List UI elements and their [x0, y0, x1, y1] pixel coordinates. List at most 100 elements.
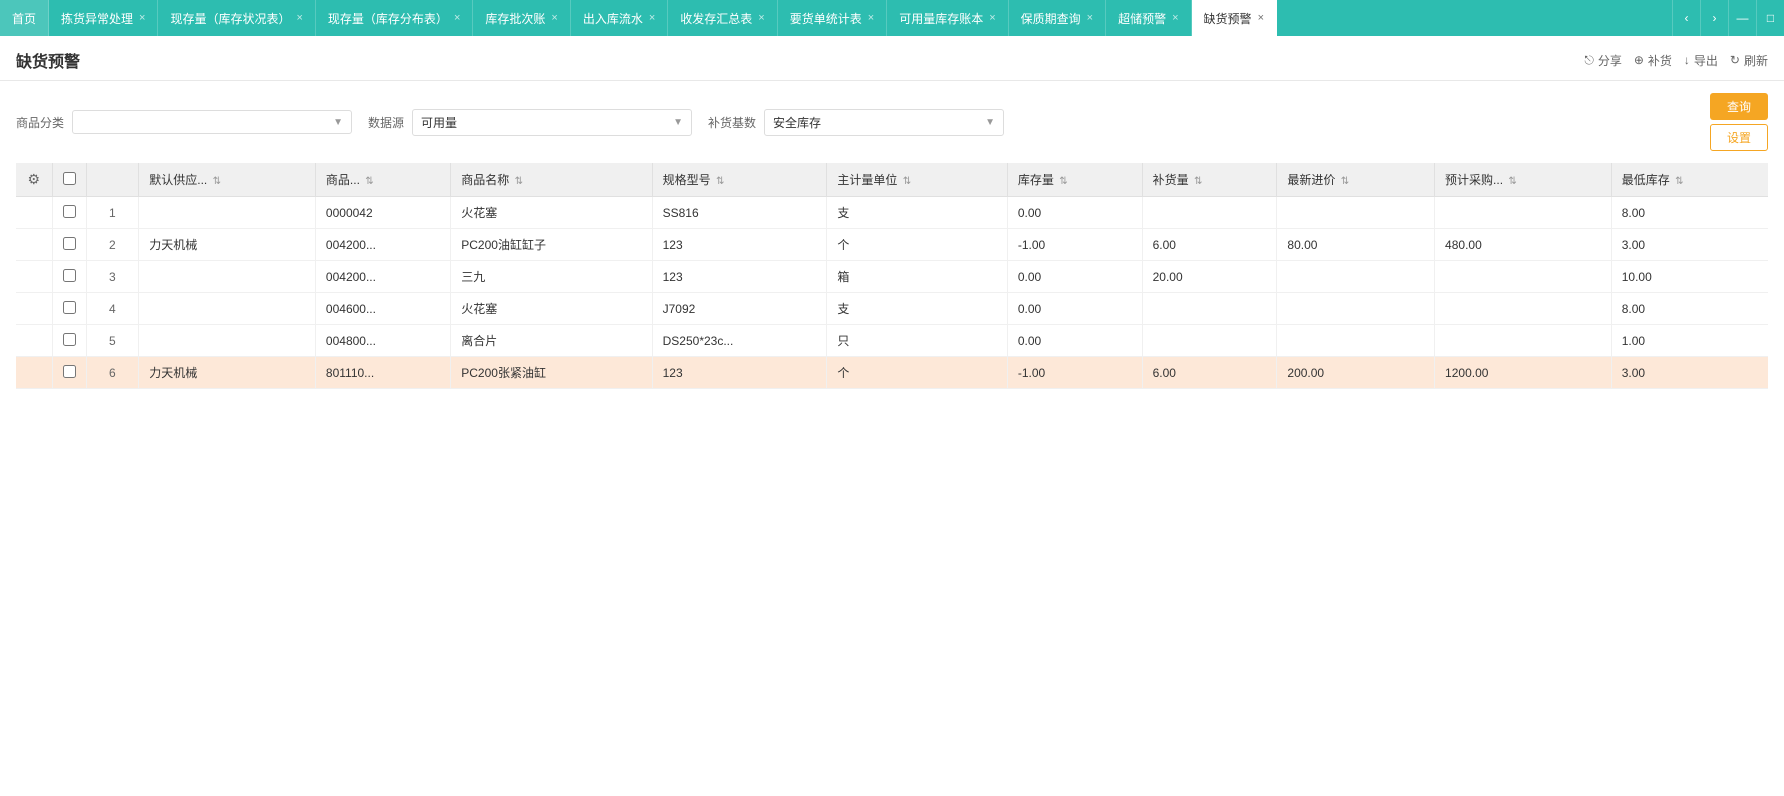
data-source-select[interactable]: 可用量 ▼ — [412, 109, 692, 136]
row-replenish-qty: 6.00 — [1142, 229, 1277, 261]
col-est-purchase[interactable]: 预计采购... ⇅ — [1435, 163, 1612, 197]
row-spec-model: SS816 — [652, 197, 827, 229]
row-checkbox-cell[interactable] — [52, 325, 86, 357]
restock-action[interactable]: ⊕ 补货 — [1634, 52, 1672, 69]
row-replenish-qty: 6.00 — [1142, 357, 1277, 389]
close-tab-3[interactable]: × — [454, 12, 460, 24]
col-stock-qty[interactable]: 库存量 ⇅ — [1007, 163, 1142, 197]
tab-pick-exception[interactable]: 拣货异常处理 × — [49, 0, 158, 36]
gear-icon[interactable]: ⚙ — [27, 171, 40, 187]
col-checkbox-header[interactable] — [52, 163, 86, 197]
commodity-class-select[interactable]: ▼ — [72, 110, 352, 134]
row-checkbox-cell[interactable] — [52, 229, 86, 261]
tab-prev-btn[interactable]: ‹ — [1672, 0, 1700, 36]
row-stock-qty: -1.00 — [1007, 357, 1142, 389]
row-stock-qty: 0.00 — [1007, 325, 1142, 357]
row-latest-price — [1277, 197, 1435, 229]
col-spec-model[interactable]: 规格型号 ⇅ — [652, 163, 827, 197]
sort-unit-icon: ⇅ — [903, 176, 911, 187]
tab-receive-summary[interactable]: 收发存汇总表 × — [668, 0, 777, 36]
row-min-stock: 8.00 — [1611, 293, 1768, 325]
table-row: 3 004200... 三九 123 箱 0.00 20.00 10.00 — [16, 261, 1768, 293]
close-tab-6[interactable]: × — [758, 12, 764, 24]
row-default-supplier — [139, 325, 316, 357]
close-tab-8[interactable]: × — [989, 12, 995, 24]
tab-shortage-warning[interactable]: 缺货预警 × — [1192, 0, 1277, 36]
replenish-base-filter-group: 补货基数 安全库存 ▼ — [708, 109, 1004, 136]
tab-next-btn[interactable]: › — [1700, 0, 1728, 36]
tab-available-stock-book[interactable]: 可用量库存账本 × — [887, 0, 1008, 36]
row-checkbox-2[interactable] — [63, 269, 76, 282]
settings-button[interactable]: 设置 — [1710, 124, 1768, 151]
row-est-purchase: 1200.00 — [1435, 357, 1612, 389]
close-tab-11[interactable]: × — [1258, 12, 1264, 24]
row-gear-cell — [16, 293, 52, 325]
col-unit[interactable]: 主计量单位 ⇅ — [827, 163, 1008, 197]
row-checkbox-cell[interactable] — [52, 357, 86, 389]
select-all-checkbox[interactable] — [63, 172, 76, 185]
row-goods-code: 801110... — [315, 357, 450, 389]
col-goods-code[interactable]: 商品... ⇅ — [315, 163, 450, 197]
replenish-base-select[interactable]: 安全库存 ▼ — [764, 109, 1004, 136]
tab-stock-status[interactable]: 现存量（库存状况表） × — [158, 0, 315, 36]
row-stock-qty: 0.00 — [1007, 197, 1142, 229]
row-checkbox-cell[interactable] — [52, 197, 86, 229]
row-goods-code: 004800... — [315, 325, 450, 357]
row-spec-model: DS250*23c... — [652, 325, 827, 357]
close-tab-5[interactable]: × — [649, 12, 655, 24]
row-checkbox-cell[interactable] — [52, 261, 86, 293]
close-tab-9[interactable]: × — [1087, 12, 1093, 24]
row-default-supplier — [139, 197, 316, 229]
col-default-supplier[interactable]: 默认供应... ⇅ — [139, 163, 316, 197]
export-action[interactable]: ↓ 导出 — [1684, 52, 1718, 69]
row-checkbox-0[interactable] — [63, 205, 76, 218]
col-replenish-qty[interactable]: 补货量 ⇅ — [1142, 163, 1277, 197]
close-tab-7[interactable]: × — [868, 12, 874, 24]
query-button[interactable]: 查询 — [1710, 93, 1768, 120]
table-container: ⚙ 默认供应... ⇅ 商品... ⇅ 商品名称 — [0, 163, 1784, 389]
table-row: 6 力天机械 801110... PC200张紧油缸 123 个 -1.00 6… — [16, 357, 1768, 389]
row-checkbox-4[interactable] — [63, 333, 76, 346]
row-stock-qty: 0.00 — [1007, 261, 1142, 293]
window-maximize-btn[interactable]: □ — [1756, 0, 1784, 36]
row-default-supplier — [139, 261, 316, 293]
close-tab-10[interactable]: × — [1172, 12, 1178, 24]
page-header: 缺货预警 ⎋ 分享 ⊕ 补货 ↓ 导出 ↻ 刷新 — [0, 36, 1784, 81]
close-tab-4[interactable]: × — [551, 12, 557, 24]
table-header-row: ⚙ 默认供应... ⇅ 商品... ⇅ 商品名称 — [16, 163, 1768, 197]
close-tab-2[interactable]: × — [296, 12, 302, 24]
row-checkbox-3[interactable] — [63, 301, 76, 314]
sort-purchase-icon: ⇅ — [1508, 176, 1516, 187]
table-row: 4 004600... 火花塞 J7092 支 0.00 8.00 — [16, 293, 1768, 325]
col-latest-price[interactable]: 最新进价 ⇅ — [1277, 163, 1435, 197]
col-gear[interactable]: ⚙ — [16, 163, 52, 197]
row-goods-name: PC200油缸缸子 — [451, 229, 652, 261]
window-minimize-btn[interactable]: — — [1728, 0, 1756, 36]
tab-expiry-query[interactable]: 保质期查询 × — [1009, 0, 1106, 36]
tab-goods-order-stats[interactable]: 要货单统计表 × — [778, 0, 887, 36]
tab-home[interactable]: 首页 — [0, 0, 49, 36]
col-goods-name[interactable]: 商品名称 ⇅ — [451, 163, 652, 197]
row-goods-code: 004200... — [315, 229, 450, 261]
share-action[interactable]: ⎋ 分享 — [1584, 52, 1622, 69]
row-number: 1 — [86, 197, 139, 229]
row-number: 3 — [86, 261, 139, 293]
close-tab-1[interactable]: × — [139, 12, 145, 24]
tab-batch-account[interactable]: 库存批次账 × — [473, 0, 570, 36]
tab-inout-flow[interactable]: 出入库流水 × — [571, 0, 668, 36]
row-unit: 个 — [827, 229, 1008, 261]
tab-navigation: ‹ › — □ — [1672, 0, 1784, 36]
row-checkbox-5[interactable] — [63, 365, 76, 378]
col-row-num — [86, 163, 139, 197]
tab-overstock-warning[interactable]: 超储预警 × — [1106, 0, 1191, 36]
sort-stock-icon: ⇅ — [1059, 176, 1067, 187]
data-source-value: 可用量 — [421, 114, 669, 131]
col-min-stock[interactable]: 最低库存 ⇅ — [1611, 163, 1768, 197]
row-replenish-qty: 20.00 — [1142, 261, 1277, 293]
row-number: 5 — [86, 325, 139, 357]
tab-stock-distribution[interactable]: 现存量（库存分布表） × — [316, 0, 473, 36]
row-checkbox-cell[interactable] — [52, 293, 86, 325]
refresh-action[interactable]: ↻ 刷新 — [1730, 52, 1768, 69]
filter-actions: 查询 设置 — [1710, 93, 1768, 151]
row-checkbox-1[interactable] — [63, 237, 76, 250]
